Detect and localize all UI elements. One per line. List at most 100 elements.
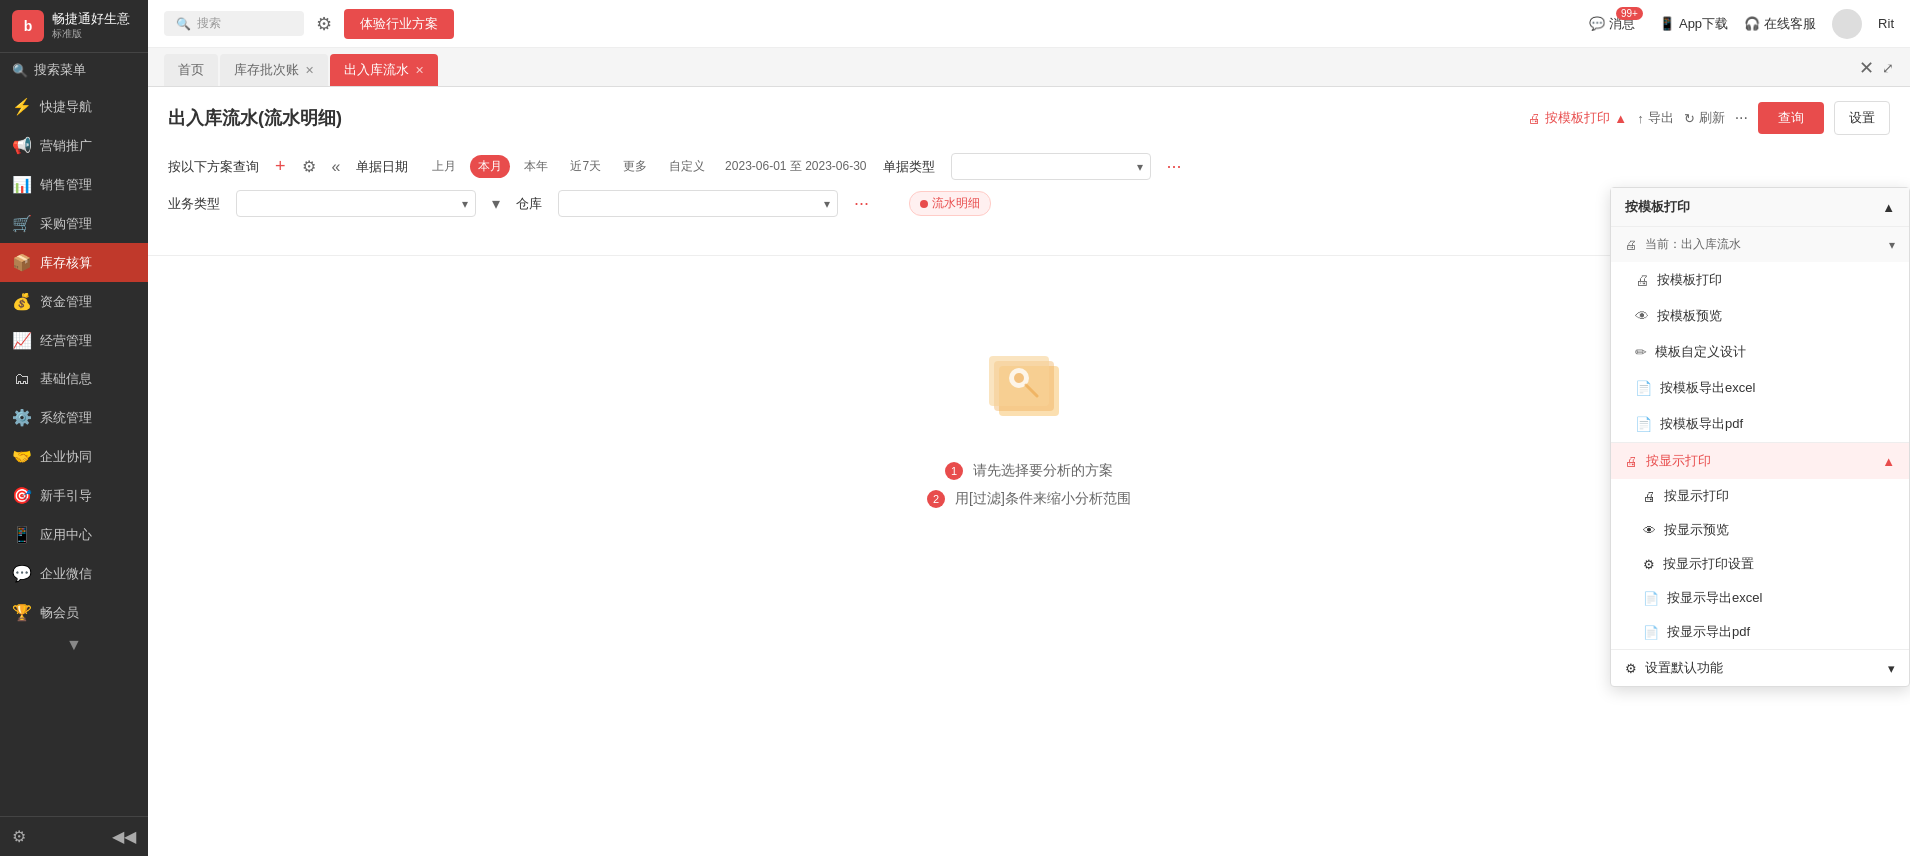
logo-area: b 畅捷通好生意 标准版 xyxy=(0,0,148,53)
dropdown-item-template-print[interactable]: 🖨 按模板打印 xyxy=(1611,262,1909,298)
refresh-button[interactable]: ↻ 刷新 xyxy=(1684,109,1725,127)
filter-collapse-icon[interactable]: « xyxy=(332,158,341,176)
dropdown-item-display-export-pdf[interactable]: 📄 按显示导出pdf xyxy=(1611,615,1909,649)
tab-flow-label: 出入库流水 xyxy=(344,61,409,79)
tag-dot xyxy=(920,200,928,208)
dropdown-item-display-print[interactable]: 🖨 按显示打印 xyxy=(1611,479,1909,513)
more-options-icon[interactable]: ··· xyxy=(1735,109,1748,127)
biz-type-select[interactable] xyxy=(236,190,476,217)
date-option-custom[interactable]: 自定义 xyxy=(661,155,713,178)
sidebar-scroll-down[interactable]: ▼ xyxy=(0,632,148,658)
refresh-label: 刷新 xyxy=(1699,109,1725,127)
dropdown-item-display-preview[interactable]: 👁 按显示预览 xyxy=(1611,513,1909,547)
date-option-more[interactable]: 更多 xyxy=(615,155,655,178)
dropdown-close-icon[interactable]: ▲ xyxy=(1882,200,1895,215)
header-settings-icon[interactable]: ⚙ xyxy=(316,13,332,35)
message-badge[interactable]: 💬 消息 99+ xyxy=(1589,15,1635,33)
date-option-this-month[interactable]: 本月 xyxy=(470,155,510,178)
display-print-section-header[interactable]: 🖨 按显示打印 ▲ xyxy=(1611,443,1909,479)
refresh-icon: ↻ xyxy=(1684,111,1695,126)
dropdown-footer[interactable]: ⚙ 设置默认功能 ▾ xyxy=(1611,649,1909,686)
sidebar-item-operation[interactable]: 📈 经营管理 xyxy=(0,321,148,360)
tab-flow-close[interactable]: ✕ xyxy=(415,64,424,77)
sidebar-search[interactable]: 🔍 搜索菜单 xyxy=(0,53,148,87)
dropdown-item-display-print-settings[interactable]: ⚙ 按显示打印设置 xyxy=(1611,547,1909,581)
sales-icon: 📊 xyxy=(12,175,32,194)
tab-home[interactable]: 首页 xyxy=(164,54,218,86)
display-pdf-icon: 📄 xyxy=(1643,625,1659,640)
date-option-last-month[interactable]: 上月 xyxy=(424,155,464,178)
sidebar-item-newbie[interactable]: 🎯 新手引导 xyxy=(0,476,148,515)
sidebar-item-label: 库存核算 xyxy=(40,254,92,272)
online-service-badge[interactable]: 🎧 在线客服 xyxy=(1744,15,1816,33)
online-service-label: 在线客服 xyxy=(1764,15,1816,33)
display-excel-icon: 📄 xyxy=(1643,591,1659,606)
doc-type-more-icon[interactable]: ··· xyxy=(1167,156,1182,177)
dropdown-item-display-export-excel[interactable]: 📄 按显示导出excel xyxy=(1611,581,1909,615)
app-download-badge[interactable]: 📱 App下载 xyxy=(1659,15,1728,33)
tab-flow[interactable]: 出入库流水 ✕ xyxy=(330,54,438,86)
sidebar-item-inventory[interactable]: 📦 库存核算 xyxy=(0,243,148,282)
date-option-7days[interactable]: 近7天 xyxy=(562,155,609,178)
logo-sub: 标准版 xyxy=(52,27,130,41)
excel-icon: 📄 xyxy=(1635,380,1652,396)
flow-detail-tag[interactable]: 流水明细 xyxy=(909,191,991,216)
close-window-icon[interactable]: ✕ xyxy=(1859,57,1874,79)
logo-icon: b xyxy=(12,10,44,42)
dropdown-item-template-preview[interactable]: 👁 按模板预览 xyxy=(1611,298,1909,334)
trial-button[interactable]: 体验行业方案 xyxy=(344,9,454,39)
sidebar-item-member[interactable]: 🏆 畅会员 xyxy=(0,593,148,632)
dropdown-item-template-design[interactable]: ✏ 模板自定义设计 xyxy=(1611,334,1909,370)
sidebar-item-system[interactable]: ⚙️ 系统管理 xyxy=(0,398,148,437)
print-template-button[interactable]: 🖨 按模板打印 ▲ xyxy=(1528,109,1627,127)
sidebar-item-purchase[interactable]: 🛒 采购管理 xyxy=(0,204,148,243)
display-export-pdf-label: 按显示导出pdf xyxy=(1667,623,1750,641)
sidebar-item-collab[interactable]: 🤝 企业协同 xyxy=(0,437,148,476)
dropdown-item-template-export-excel[interactable]: 📄 按模板导出excel xyxy=(1611,370,1909,406)
collapse-sidebar-icon[interactable]: ◀◀ xyxy=(112,827,136,846)
sidebar-bottom: ⚙ ◀◀ xyxy=(0,816,148,856)
filter-settings-icon[interactable]: ⚙ xyxy=(302,157,316,176)
date-option-this-year[interactable]: 本年 xyxy=(516,155,556,178)
biz-type-chevron-icon[interactable]: ▾ xyxy=(492,194,500,213)
dropdown-current[interactable]: 🖨 当前：出入库流水 ▾ xyxy=(1611,227,1909,262)
avatar[interactable] xyxy=(1832,9,1862,39)
page-header: 出入库流水(流水明细) 🖨 按模板打印 ▲ ↑ 导出 ↻ 刷新 ··· 查询 设… xyxy=(148,87,1910,143)
sidebar-item-basic[interactable]: 🗂 基础信息 xyxy=(0,360,148,398)
default-settings-icon: ⚙ xyxy=(1625,661,1637,676)
sidebar-item-quick-nav[interactable]: ⚡ 快捷导航 xyxy=(0,87,148,126)
member-icon: 🏆 xyxy=(12,603,32,622)
header-search[interactable]: 🔍 搜索 xyxy=(164,11,304,36)
settings-button[interactable]: 设置 xyxy=(1834,101,1890,135)
sidebar-item-finance[interactable]: 💰 资金管理 xyxy=(0,282,148,321)
tab-batch-account-close[interactable]: ✕ xyxy=(305,64,314,77)
doc-type-select-wrapper xyxy=(951,153,1151,180)
template-preview-label: 按模板预览 xyxy=(1657,307,1722,325)
date-range-text: 2023-06-01 至 2023-06-30 xyxy=(725,158,866,175)
wechat-icon: 💬 xyxy=(12,564,32,583)
sidebar-item-label: 经营管理 xyxy=(40,332,92,350)
sidebar-item-wechat[interactable]: 💬 企业微信 xyxy=(0,554,148,593)
doc-type-select[interactable] xyxy=(951,153,1151,180)
query-button[interactable]: 查询 xyxy=(1758,102,1824,134)
tab-batch-account[interactable]: 库存批次账 ✕ xyxy=(220,54,328,86)
export-button[interactable]: ↑ 导出 xyxy=(1637,109,1674,127)
warehouse-select[interactable] xyxy=(558,190,838,217)
expand-icon[interactable]: ⤢ xyxy=(1882,60,1894,76)
preview-icon: 👁 xyxy=(1635,308,1649,324)
sidebar-item-label: 营销推广 xyxy=(40,137,92,155)
warehouse-more-icon[interactable]: ··· xyxy=(854,193,869,214)
settings-icon[interactable]: ⚙ xyxy=(12,827,26,846)
collab-icon: 🤝 xyxy=(12,447,32,466)
display-export-excel-label: 按显示导出excel xyxy=(1667,589,1762,607)
filter-add-icon[interactable]: + xyxy=(275,156,286,177)
warehouse-label: 仓库 xyxy=(516,195,542,213)
sidebar-item-app-center[interactable]: 📱 应用中心 xyxy=(0,515,148,554)
sidebar-item-sales[interactable]: 📊 销售管理 xyxy=(0,165,148,204)
sidebar-item-marketing[interactable]: 📢 营销推广 xyxy=(0,126,148,165)
export-label: 导出 xyxy=(1648,109,1674,127)
dropdown-item-template-export-pdf[interactable]: 📄 按模板导出pdf xyxy=(1611,406,1909,442)
page-content: 出入库流水(流水明细) 🖨 按模板打印 ▲ ↑ 导出 ↻ 刷新 ··· 查询 设… xyxy=(148,87,1910,856)
app-download-label: App下载 xyxy=(1679,15,1728,33)
page-title: 出入库流水(流水明细) xyxy=(168,106,342,130)
